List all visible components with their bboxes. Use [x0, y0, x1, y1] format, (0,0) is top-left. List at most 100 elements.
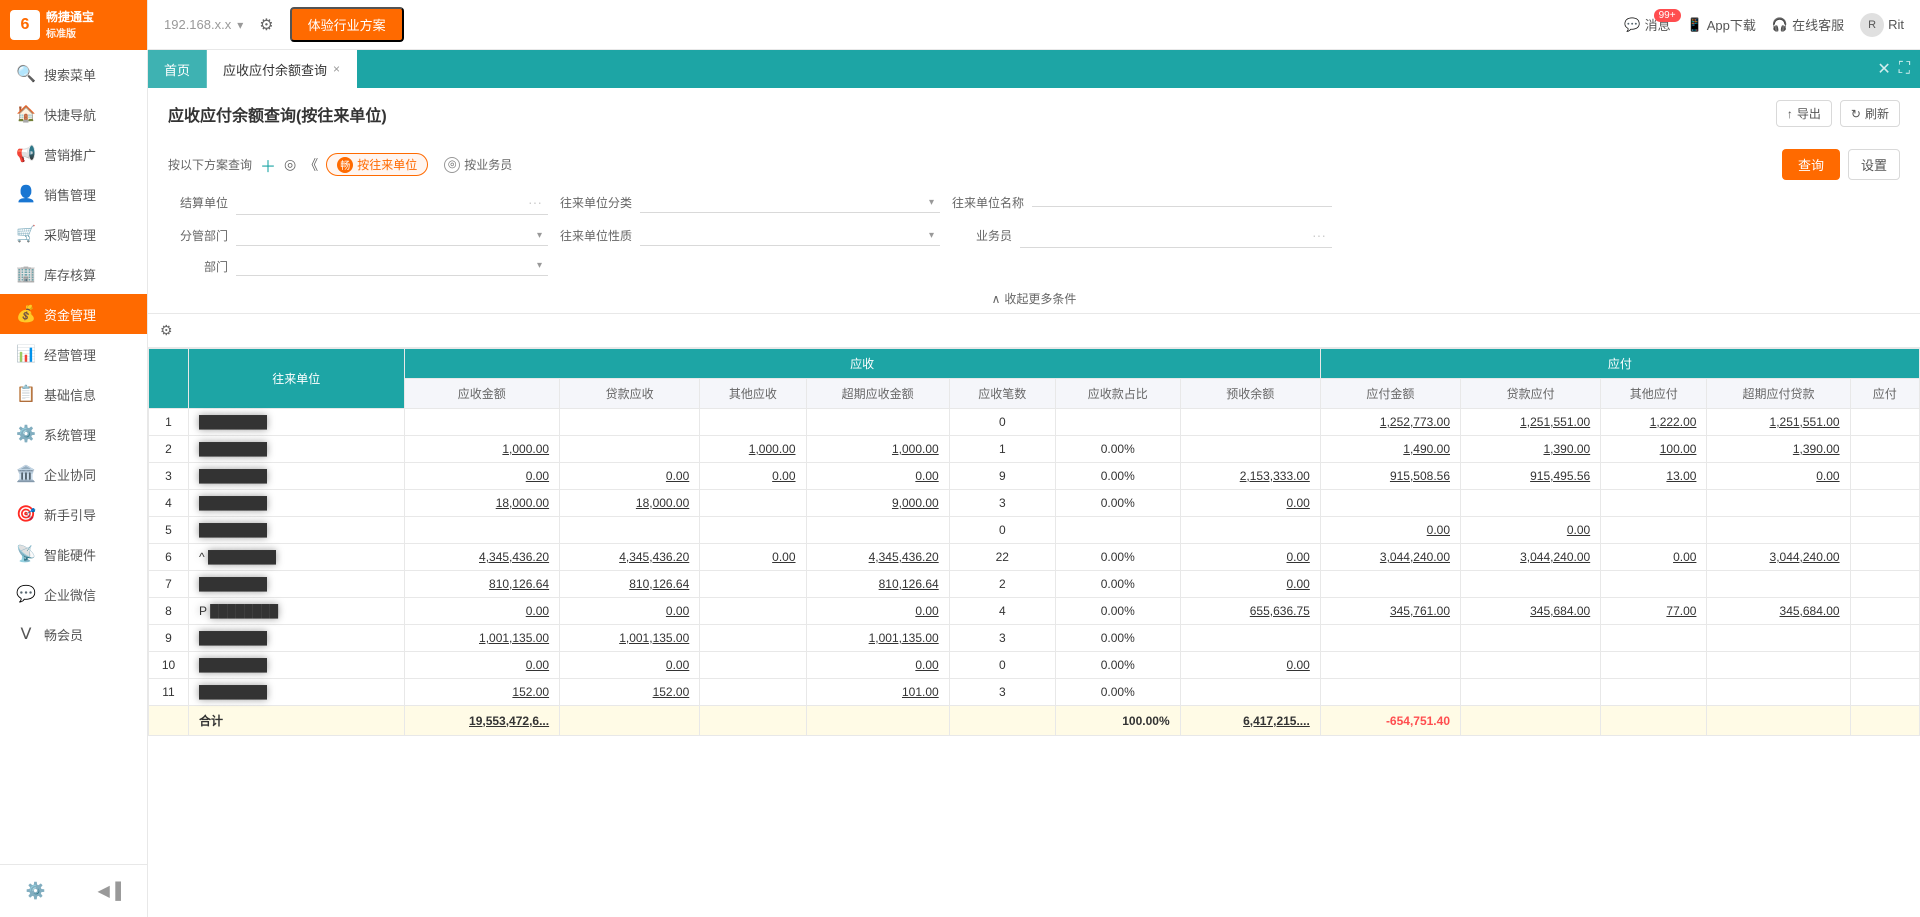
cell-ar-other[interactable]: [700, 652, 806, 679]
cell-ap-remain[interactable]: [1850, 517, 1919, 544]
cell-ar-overdue[interactable]: [806, 409, 949, 436]
cell-ap-loan[interactable]: 1,251,551.00: [1461, 409, 1601, 436]
cell-ar-amt[interactable]: 0.00: [404, 652, 560, 679]
cell-ap-other[interactable]: [1601, 517, 1707, 544]
cell-ar-other[interactable]: 0.00: [700, 463, 806, 490]
cell-ap-other[interactable]: 100.00: [1601, 436, 1707, 463]
cell-ar-loan[interactable]: 0.00: [560, 652, 700, 679]
message-button[interactable]: 💬 消息 99+: [1624, 15, 1670, 34]
cell-advance[interactable]: 655,636.75: [1180, 598, 1320, 625]
cell-ar-other[interactable]: [700, 571, 806, 598]
cell-ar-amt[interactable]: 0.00: [404, 598, 560, 625]
export-button[interactable]: ↑ 导出: [1776, 100, 1832, 127]
cell-ap-other[interactable]: [1601, 625, 1707, 652]
cell-ap-other[interactable]: [1601, 679, 1707, 706]
cell-ar-amt[interactable]: 4,345,436.20: [404, 544, 560, 571]
sidebar-item-marketing[interactable]: 📢 营销推广: [0, 134, 147, 174]
sidebar-item-basic-info[interactable]: 📋 基础信息: [0, 374, 147, 414]
sidebar-item-finance[interactable]: 💰 资金管理: [0, 294, 147, 334]
cell-ap-overdue[interactable]: [1707, 652, 1850, 679]
sidebar-item-guide[interactable]: 🎯 新手引导: [0, 494, 147, 534]
cell-ar-loan[interactable]: 4,345,436.20: [560, 544, 700, 571]
cell-advance[interactable]: [1180, 679, 1320, 706]
sidebar-item-enterprise[interactable]: 🏛️ 企业协同: [0, 454, 147, 494]
cell-ap-amt[interactable]: 0.00: [1320, 517, 1460, 544]
cell-ap-overdue[interactable]: 3,044,240.00: [1707, 544, 1850, 571]
cell-ar-loan[interactable]: [560, 409, 700, 436]
cell-ar-other[interactable]: [700, 598, 806, 625]
cell-ar-overdue[interactable]: 1,001,135.00: [806, 625, 949, 652]
cell-advance[interactable]: 2,153,333.00: [1180, 463, 1320, 490]
cell-ar-loan[interactable]: 0.00: [560, 598, 700, 625]
tab-close-icon[interactable]: ×: [333, 62, 340, 76]
user-menu-button[interactable]: R Rit: [1860, 13, 1904, 37]
cell-ar-loan[interactable]: 1,001,135.00: [560, 625, 700, 652]
cell-ap-overdue[interactable]: 1,390.00: [1707, 436, 1850, 463]
cell-ap-amt[interactable]: [1320, 625, 1460, 652]
cell-ap-loan[interactable]: [1461, 652, 1601, 679]
cell-ar-amt[interactable]: 1,001,135.00: [404, 625, 560, 652]
cell-ap-loan[interactable]: [1461, 625, 1601, 652]
tab-home[interactable]: 首页: [148, 50, 207, 88]
cell-advance[interactable]: [1180, 625, 1320, 652]
sidebar-item-quick-nav[interactable]: 🏠 快捷导航: [0, 94, 147, 134]
sidebar-item-purchase[interactable]: 🛒 采购管理: [0, 214, 147, 254]
cell-ar-overdue[interactable]: 810,126.64: [806, 571, 949, 598]
scheme-tag-unit[interactable]: 畅 按往来单位: [326, 153, 428, 176]
cell-ar-loan[interactable]: 18,000.00: [560, 490, 700, 517]
cell-advance[interactable]: [1180, 517, 1320, 544]
collapse-conditions-button[interactable]: ∧ 收起更多条件: [992, 290, 1077, 307]
cell-ap-amt[interactable]: 3,044,240.00: [1320, 544, 1460, 571]
sidebar-item-search-menu[interactable]: 🔍 搜索菜单: [0, 54, 147, 94]
cell-ar-other[interactable]: [700, 679, 806, 706]
cell-ap-overdue[interactable]: 1,251,551.00: [1707, 409, 1850, 436]
sidebar-item-inventory[interactable]: 🏢 库存核算: [0, 254, 147, 294]
cell-ap-remain[interactable]: [1850, 679, 1919, 706]
cell-ar-other[interactable]: [700, 625, 806, 652]
cell-ar-overdue[interactable]: 9,000.00: [806, 490, 949, 517]
cell-ar-loan[interactable]: [560, 436, 700, 463]
cell-ap-amt[interactable]: 1,252,773.00: [1320, 409, 1460, 436]
cell-ap-loan[interactable]: 3,044,240.00: [1461, 544, 1601, 571]
cell-ap-remain[interactable]: [1850, 409, 1919, 436]
refresh-button[interactable]: ↻ 刷新: [1840, 100, 1900, 127]
cell-ap-amt[interactable]: 915,508.56: [1320, 463, 1460, 490]
cell-ar-loan[interactable]: 0.00: [560, 463, 700, 490]
cell-ap-overdue[interactable]: [1707, 517, 1850, 544]
table-settings-icon[interactable]: ⚙: [160, 322, 173, 338]
cell-ap-remain[interactable]: [1850, 436, 1919, 463]
app-download-button[interactable]: 📱 App下载: [1687, 15, 1756, 34]
gear-icon[interactable]: ⚙: [255, 11, 277, 39]
collapse-sidebar-btn[interactable]: ◀▐: [92, 875, 128, 907]
cell-ar-overdue[interactable]: 101.00: [806, 679, 949, 706]
cell-ar-loan[interactable]: [560, 517, 700, 544]
cell-advance[interactable]: [1180, 409, 1320, 436]
cell-ap-overdue[interactable]: 0.00: [1707, 463, 1850, 490]
breadcrumb-chevron-icon[interactable]: ▾: [237, 18, 243, 32]
scheme-tag-salesperson[interactable]: ◎ 按业务员: [436, 154, 520, 175]
cell-ap-remain[interactable]: [1850, 652, 1919, 679]
cell-ar-overdue[interactable]: 0.00: [806, 652, 949, 679]
cell-ap-other[interactable]: [1601, 652, 1707, 679]
unit-category-input[interactable]: ▾: [640, 193, 940, 213]
cell-ar-overdue[interactable]: 1,000.00: [806, 436, 949, 463]
cell-advance[interactable]: 0.00: [1180, 571, 1320, 598]
cell-ap-loan[interactable]: [1461, 571, 1601, 598]
cell-ap-amt[interactable]: [1320, 571, 1460, 598]
cell-ar-loan[interactable]: 152.00: [560, 679, 700, 706]
inner-dept-input[interactable]: ▾: [236, 256, 548, 276]
promo-button[interactable]: 体验行业方案: [290, 7, 404, 42]
cell-ar-amt[interactable]: 152.00: [404, 679, 560, 706]
cell-ap-amt[interactable]: [1320, 490, 1460, 517]
cell-ap-loan[interactable]: 0.00: [1461, 517, 1601, 544]
filter-collapse-icon[interactable]: 《: [304, 155, 318, 175]
dept-input[interactable]: ▾: [236, 226, 548, 246]
cell-ar-other[interactable]: [700, 517, 806, 544]
cell-ap-other[interactable]: 0.00: [1601, 544, 1707, 571]
tab-ar-ap[interactable]: 应收应付余额查询 ×: [207, 50, 357, 88]
cell-ap-remain[interactable]: [1850, 598, 1919, 625]
sidebar-item-member[interactable]: Ⅴ 畅会员: [0, 614, 147, 654]
cell-ap-amt[interactable]: 345,761.00: [1320, 598, 1460, 625]
cell-advance[interactable]: 0.00: [1180, 490, 1320, 517]
cell-ap-overdue[interactable]: 345,684.00: [1707, 598, 1850, 625]
